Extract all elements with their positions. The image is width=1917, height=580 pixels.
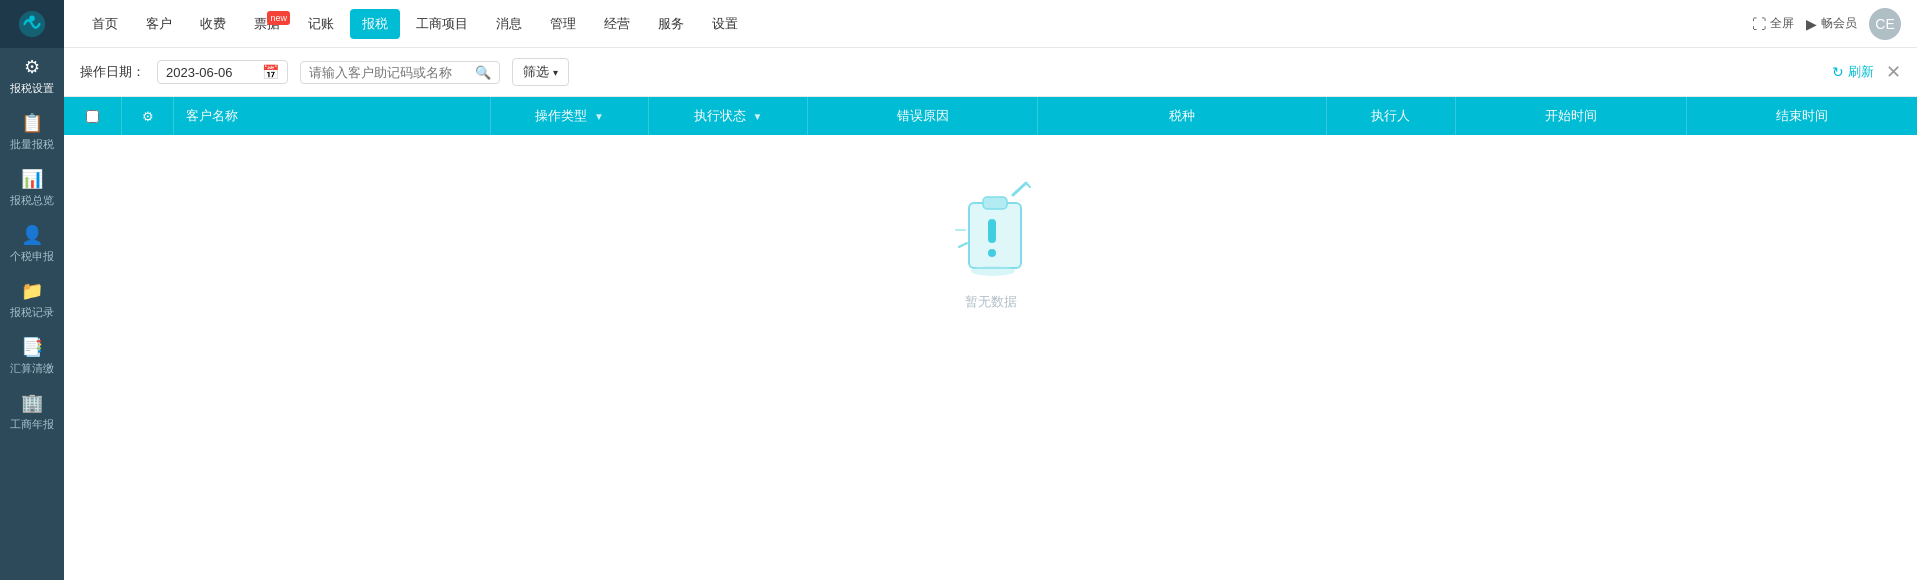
date-input[interactable] [166,65,256,80]
nav-item-guanli[interactable]: 管理 [538,9,588,39]
svg-rect-6 [988,219,996,243]
th-end-time: 结束时间 [1686,97,1917,135]
person-tax-icon: 👤 [21,224,43,246]
chevron-down-icon: ▾ [553,67,558,78]
nav-item-kehu[interactable]: 客户 [134,9,184,39]
sidebar-item-huisuanqingchao[interactable]: 📑 汇算清缴 [0,328,64,384]
empty-state: 暂无数据 [64,135,1917,351]
svg-line-3 [1026,183,1030,187]
toolbar-right: ↻ 刷新 ✕ [1832,63,1901,81]
sidebar-item-geshuishenbao-label: 个税申报 [10,249,54,264]
th-client-name: 客户名称 [173,97,490,135]
nav-item-shouye[interactable]: 首页 [80,9,130,39]
select-all-checkbox[interactable] [86,110,99,123]
th-exec-status: 执行状态 ▼ [649,97,807,135]
nav-item-baoshui[interactable]: 报税 [350,9,400,39]
topnav-items: 首页 客户 收费 票据 new 记账 报税 工商项目 消息 管理 经营 服务 设… [80,9,1752,39]
filter-button[interactable]: 筛选 ▾ [512,58,569,86]
avatar[interactable]: CE [1869,8,1901,40]
fullscreen-icon: ⛶ [1752,16,1766,32]
th-executor: 执行人 [1326,97,1456,135]
empty-illustration [941,175,1041,285]
batch-tax-icon: 📋 [21,112,43,134]
search-icon[interactable]: 🔍 [475,65,491,80]
topnav: 首页 客户 收费 票据 new 记账 报税 工商项目 消息 管理 经营 服务 设… [64,0,1917,48]
annual-report-icon: 🏢 [21,392,43,414]
sidebar-item-huisuanqingchao-label: 汇算清缴 [10,361,54,376]
avatar-text: CE [1875,16,1894,32]
th-start-time: 开始时间 [1456,97,1687,135]
filter-label: 筛选 [523,63,549,81]
data-table: ⚙ 客户名称 操作类型 ▼ 执行状态 ▼ [64,97,1917,351]
main-wrap: 首页 客户 收费 票据 new 记账 报税 工商项目 消息 管理 经营 服务 设… [64,0,1917,580]
sidebar-item-piliangbaoshui-label: 批量报税 [10,137,54,152]
fullscreen-button[interactable]: ⛶ 全屏 [1752,15,1794,32]
svg-line-2 [1013,183,1026,195]
nav-item-jizhang[interactable]: 记账 [296,9,346,39]
member-label: 畅会员 [1821,15,1857,32]
empty-text: 暂无数据 [965,293,1017,311]
sidebar-item-baoshuizonglan[interactable]: 📊 报税总览 [0,160,64,216]
refresh-label: 刷新 [1848,63,1874,81]
settings-icon: ⚙ [24,56,40,78]
sidebar: ⚙ 报税设置 📋 批量报税 📊 报税总览 👤 个税申报 📁 报税记录 📑 汇算清… [0,0,64,580]
member-button[interactable]: ▶ 畅会员 [1806,15,1857,32]
member-icon: ▶ [1806,16,1817,32]
fullscreen-label: 全屏 [1770,15,1794,32]
new-badge: new [267,11,290,25]
sidebar-item-piliangbaoshui[interactable]: 📋 批量报税 [0,104,64,160]
svg-point-8 [971,266,1015,276]
th-settings: ⚙ [122,97,174,135]
search-wrap: 🔍 [300,61,500,84]
sidebar-item-baoshuizonglan-label: 报税总览 [10,193,54,208]
date-label: 操作日期： [80,63,145,81]
sidebar-item-baoshuijilu-label: 报税记录 [10,305,54,320]
exec-status-filter-icon[interactable]: ▼ [753,111,763,122]
nav-item-jingying[interactable]: 经营 [592,9,642,39]
nav-item-gongshangxiangmu[interactable]: 工商项目 [404,9,480,39]
calendar-icon: 📅 [262,64,279,80]
op-type-filter-icon[interactable]: ▼ [594,111,604,122]
svg-point-1 [29,16,35,22]
refresh-button[interactable]: ↻ 刷新 [1832,63,1874,81]
svg-rect-5 [983,197,1007,209]
nav-item-shoufei[interactable]: 收费 [188,9,238,39]
close-button[interactable]: ✕ [1886,63,1901,81]
svg-rect-7 [988,249,996,257]
nav-item-fuwu[interactable]: 服务 [646,9,696,39]
nav-item-shezhi[interactable]: 设置 [700,9,750,39]
overview-icon: 📊 [21,168,43,190]
date-picker[interactable]: 📅 [157,60,288,84]
record-icon: 📁 [21,280,43,302]
th-error-reason: 错误原因 [807,97,1038,135]
refresh-icon: ↻ [1832,64,1844,80]
settlement-icon: 📑 [21,336,43,358]
toolbar: 操作日期： 📅 🔍 筛选 ▾ ↻ 刷新 ✕ [64,48,1917,97]
settings-gear-icon[interactable]: ⚙ [142,109,154,124]
sidebar-item-geshuishenbao[interactable]: 👤 个税申报 [0,216,64,272]
th-tax-type: 税种 [1038,97,1326,135]
sidebar-item-gongshangnianbao[interactable]: 🏢 工商年报 [0,384,64,440]
sidebar-item-baoshuishezhi-label: 报税设置 [10,81,54,96]
sidebar-item-baoshuijilu[interactable]: 📁 报税记录 [0,272,64,328]
svg-line-9 [959,243,967,247]
sidebar-logo [0,0,64,48]
nav-item-xiaoxi[interactable]: 消息 [484,9,534,39]
search-input[interactable] [309,65,469,80]
empty-row: 暂无数据 [64,135,1917,351]
sidebar-item-baoshuishezhi[interactable]: ⚙ 报税设置 [0,48,64,104]
page-area: 操作日期： 📅 🔍 筛选 ▾ ↻ 刷新 ✕ [64,48,1917,580]
nav-item-piao[interactable]: 票据 new [242,9,292,39]
th-checkbox [64,97,122,135]
table-wrap: ⚙ 客户名称 操作类型 ▼ 执行状态 ▼ [64,97,1917,580]
topnav-right: ⛶ 全屏 ▶ 畅会员 CE [1752,8,1901,40]
table-body: 暂无数据 [64,135,1917,351]
table-header-row: ⚙ 客户名称 操作类型 ▼ 执行状态 ▼ [64,97,1917,135]
th-op-type: 操作类型 ▼ [490,97,648,135]
sidebar-item-gongshangnianbao-label: 工商年报 [10,417,54,432]
